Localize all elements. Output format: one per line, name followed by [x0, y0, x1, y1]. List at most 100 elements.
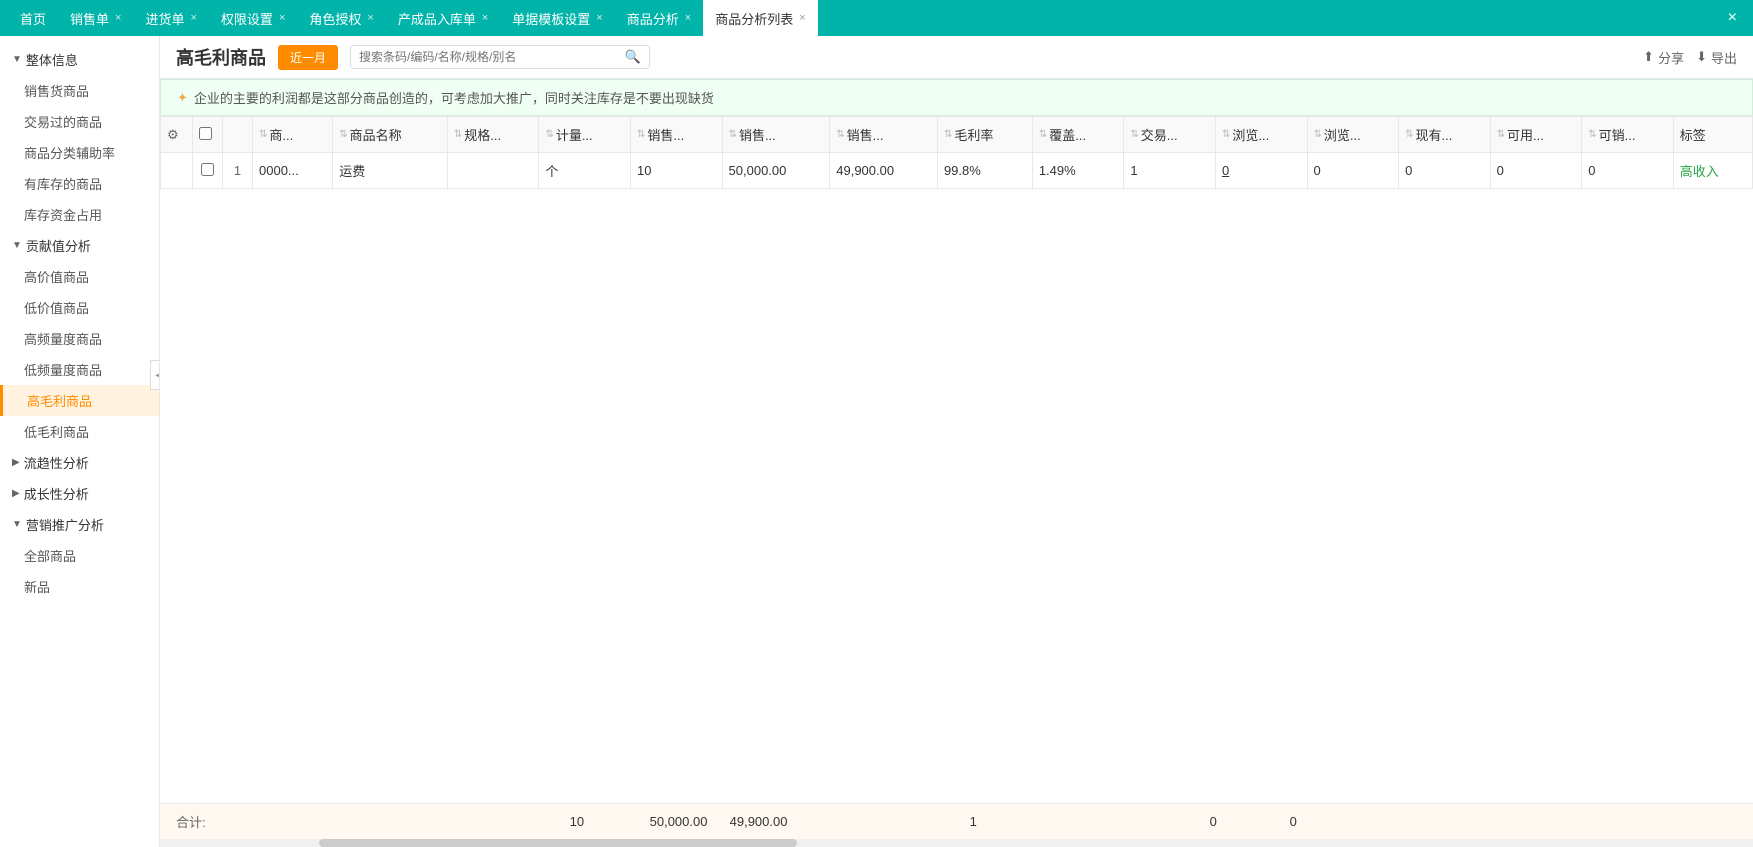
row-sales-cost-cell: 49,900.00 [830, 153, 938, 189]
top-navigation: 首页 销售单 × 进货单 × 权限设置 × 角色授权 × 产成品入库单 × 单据… [0, 0, 1753, 36]
sidebar-item-sales-products[interactable]: 销售货商品 [0, 75, 159, 106]
nav-tab-template[interactable]: 单据模板设置 × [500, 0, 614, 36]
row-number-cell: 1 [223, 153, 253, 189]
share-button[interactable]: ⬆ 分享 [1643, 48, 1684, 67]
nav-tab-permissions[interactable]: 权限设置 × [209, 0, 297, 36]
group-arrow-marketing: ▼ [12, 519, 22, 530]
col-browse1: ⇅ 浏览... [1215, 117, 1307, 153]
col-tag: 标签 [1673, 117, 1752, 153]
close-sales-tab[interactable]: × [115, 12, 121, 24]
sidebar-item-high-freq[interactable]: 高频量度商品 [0, 323, 159, 354]
close-all-button[interactable]: × [1720, 9, 1745, 27]
nav-tab-home[interactable]: 首页 [8, 0, 58, 36]
sort-icon-name[interactable]: ⇅ [339, 129, 347, 140]
footer-sales-amount: 50,000.00 [644, 814, 724, 829]
col-spec: ⇅ 规格... [447, 117, 539, 153]
sort-icon-browse2[interactable]: ⇅ [1314, 129, 1322, 140]
close-roles-tab[interactable]: × [367, 12, 373, 24]
sidebar-item-analysis-assist[interactable]: 商品分类辅助率 [0, 137, 159, 168]
main-area: ◀ ▼ 整体信息 销售货商品 交易过的商品 商品分类辅助率 有库存的商品 库存资… [0, 36, 1753, 847]
footer-sales-qty: 10 [564, 814, 644, 829]
search-icon[interactable]: 🔍 [625, 49, 641, 65]
sort-icon-saleable[interactable]: ⇅ [1588, 129, 1596, 140]
row-settings-cell [161, 153, 193, 189]
sort-icon-sales-amount[interactable]: ⇅ [729, 129, 737, 140]
sidebar-item-all-products[interactable]: 全部商品 [0, 540, 159, 571]
table-header-row: ⚙ ⇅ 商... [161, 117, 1753, 153]
sidebar: ◀ ▼ 整体信息 销售货商品 交易过的商品 商品分类辅助率 有库存的商品 库存资… [0, 36, 160, 847]
col-sales-cost: ⇅ 销售... [830, 117, 938, 153]
close-analysis-tab[interactable]: × [685, 12, 691, 24]
sidebar-item-high-margin[interactable]: 高毛利商品 [0, 385, 159, 416]
sidebar-group-trend[interactable]: ▶ 流趋性分析 [0, 447, 159, 478]
group-arrow-trend: ▶ [12, 457, 20, 468]
filter-recent-month-button[interactable]: 近一月 [278, 45, 338, 70]
col-transaction: ⇅ 交易... [1124, 117, 1216, 153]
sidebar-item-low-margin[interactable]: 低毛利商品 [0, 416, 159, 447]
nav-tab-roles[interactable]: 角色授权 × [297, 0, 385, 36]
row-saleable-cell: 0 [1582, 153, 1674, 189]
sort-icon-available1[interactable]: ⇅ [1405, 129, 1413, 140]
col-code: ⇅ 商... [253, 117, 333, 153]
info-icon: ✦ [177, 90, 188, 106]
col-coverage: ⇅ 覆盖... [1032, 117, 1124, 153]
sidebar-group-growth[interactable]: ▶ 成长性分析 [0, 478, 159, 509]
col-checkbox [193, 117, 223, 153]
row-sales-amount-cell: 50,000.00 [722, 153, 830, 189]
export-icon: ⬇ [1696, 49, 1707, 65]
sort-icon-sales-qty[interactable]: ⇅ [637, 129, 645, 140]
info-bar: ✦ 企业的主要的利润都是这部分商品创造的，可考虑加大推广，同时关注库存是不要出现… [160, 79, 1753, 116]
content-panel: 高毛利商品 近一月 🔍 ⬆ 分享 ⬇ 导出 ✦ 企业的主要的利润都是这部分商品创… [160, 36, 1753, 847]
nav-tab-purchase[interactable]: 进货单 × [133, 0, 208, 36]
sidebar-item-high-value[interactable]: 高价值商品 [0, 261, 159, 292]
sidebar-group-marketing[interactable]: ▼ 营销推广分析 [0, 509, 159, 540]
search-input[interactable] [359, 50, 625, 64]
sidebar-item-stocked-products[interactable]: 有库存的商品 [0, 168, 159, 199]
export-button[interactable]: ⬇ 导出 [1696, 48, 1737, 67]
row-tag-cell: 高收入 [1673, 153, 1752, 189]
close-template-tab[interactable]: × [596, 12, 602, 24]
sidebar-item-traded-products[interactable]: 交易过的商品 [0, 106, 159, 137]
sidebar-collapse-button[interactable]: ◀ [150, 360, 160, 390]
col-browse2: ⇅ 浏览... [1307, 117, 1399, 153]
col-available2: ⇅ 可用... [1490, 117, 1582, 153]
row-coverage-cell: 1.49% [1032, 153, 1124, 189]
nav-tab-analysis[interactable]: 商品分析 × [615, 0, 703, 36]
nav-tab-sales[interactable]: 销售单 × [58, 0, 133, 36]
close-purchase-tab[interactable]: × [190, 12, 196, 24]
footer-values: 10 50,000.00 49,900.00 1 0 0 [222, 814, 1737, 829]
col-saleable: ⇅ 可销... [1582, 117, 1674, 153]
sidebar-item-new-products[interactable]: 新品 [0, 571, 159, 602]
sort-icon-code[interactable]: ⇅ [259, 129, 267, 140]
settings-icon[interactable]: ⚙ [167, 127, 179, 142]
sidebar-item-stock-capital[interactable]: 库存资金占用 [0, 199, 159, 230]
col-sales-amount: ⇅ 销售... [722, 117, 830, 153]
close-analysis-list-tab[interactable]: × [799, 12, 805, 24]
row-checkbox-cell[interactable] [193, 153, 223, 189]
row-code-cell[interactable]: 0000... [253, 153, 333, 189]
sort-icon-transaction[interactable]: ⇅ [1130, 129, 1138, 140]
sidebar-item-low-freq[interactable]: 低频量度商品 [0, 354, 159, 385]
row-transaction-cell: 1 [1124, 153, 1216, 189]
sort-icon-browse1[interactable]: ⇅ [1222, 129, 1230, 140]
row-browse1-cell[interactable]: 0 [1215, 153, 1307, 189]
sort-icon-unit[interactable]: ⇅ [545, 129, 553, 140]
col-settings[interactable]: ⚙ [161, 117, 193, 153]
table-row: 1 0000... 运费 个 10 50,000.00 49,900.00 99… [161, 153, 1753, 189]
nav-tab-product-entry[interactable]: 产成品入库单 × [386, 0, 500, 36]
sidebar-item-low-value[interactable]: 低价值商品 [0, 292, 159, 323]
select-all-checkbox[interactable] [199, 127, 212, 140]
sort-icon-sales-cost[interactable]: ⇅ [836, 129, 844, 140]
sidebar-group-financial[interactable]: ▼ 贡献值分析 [0, 230, 159, 261]
sort-icon-coverage[interactable]: ⇅ [1039, 129, 1047, 140]
sort-icon-spec[interactable]: ⇅ [454, 129, 462, 140]
col-sales-qty: ⇅ 销售... [630, 117, 722, 153]
horizontal-scrollbar[interactable] [160, 839, 1753, 847]
sidebar-group-overall[interactable]: ▼ 整体信息 [0, 44, 159, 75]
group-arrow-growth: ▶ [12, 488, 20, 499]
sort-icon-margin-rate[interactable]: ⇅ [944, 129, 952, 140]
sort-icon-available2[interactable]: ⇅ [1497, 129, 1505, 140]
close-product-entry-tab[interactable]: × [482, 12, 488, 24]
close-permissions-tab[interactable]: × [279, 12, 285, 24]
nav-tab-analysis-list[interactable]: 商品分析列表 × [703, 0, 817, 36]
